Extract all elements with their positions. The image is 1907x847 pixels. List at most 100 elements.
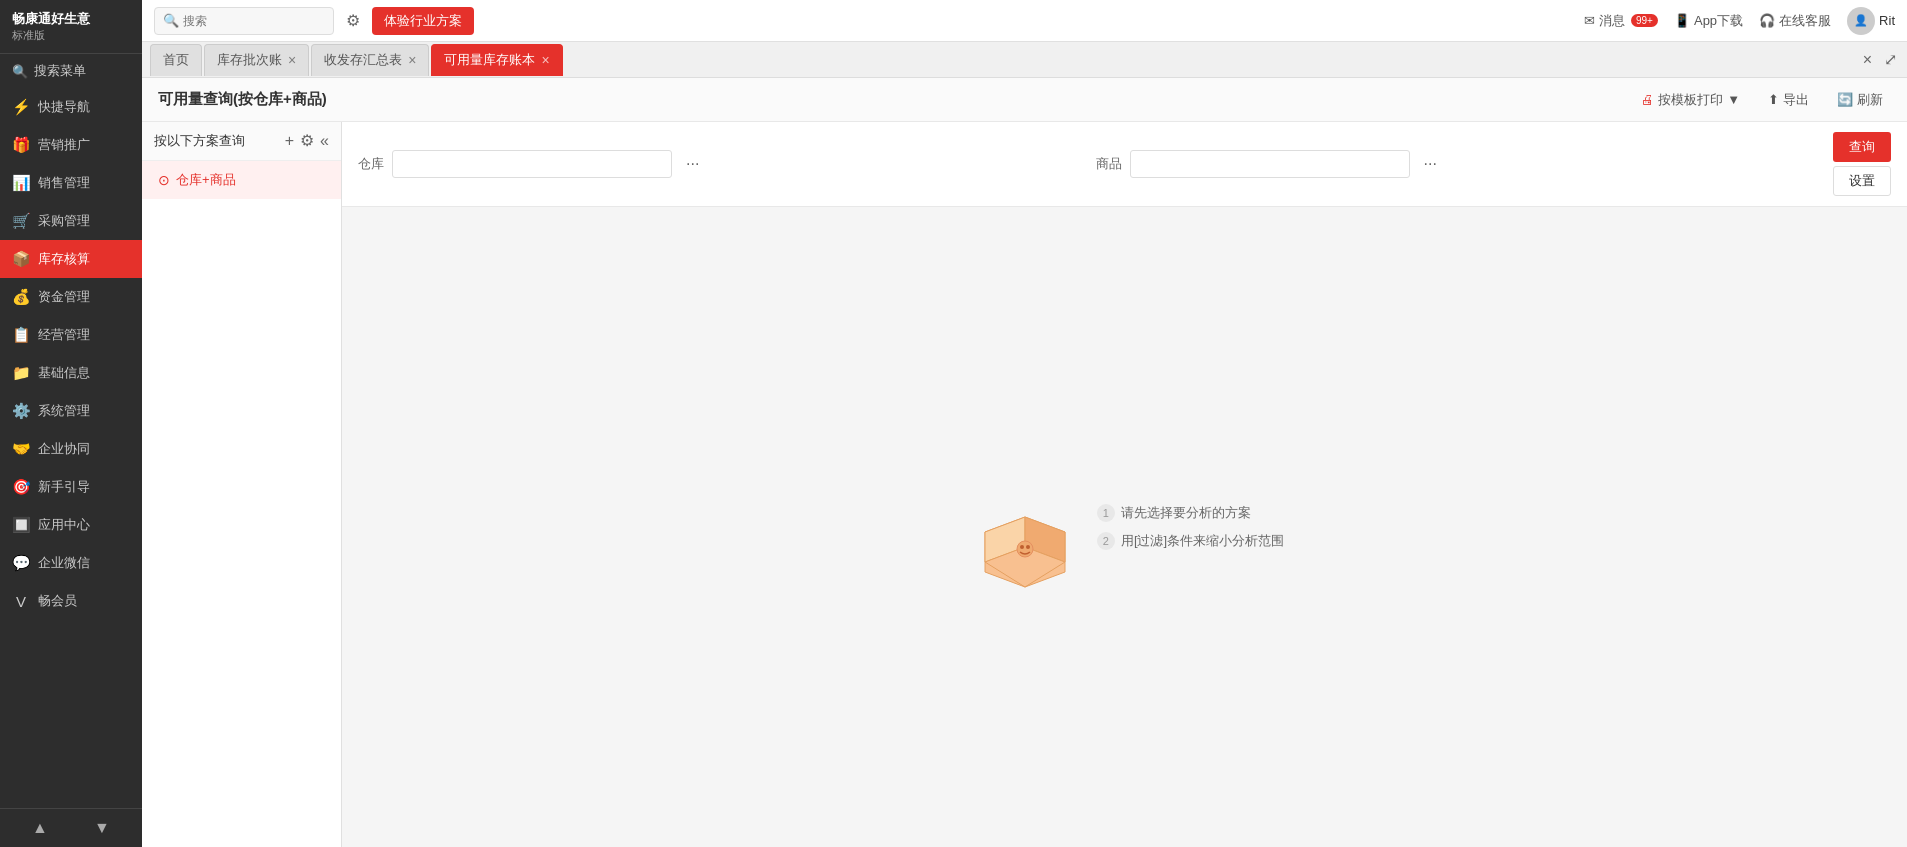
- sidebar-item-basic[interactable]: 📁 基础信息: [0, 354, 142, 392]
- scroll-down-button[interactable]: ▼: [74, 817, 130, 839]
- window-expand-button[interactable]: ⤢: [1882, 48, 1899, 71]
- wechat-icon: 💬: [12, 554, 30, 572]
- left-panel-actions: + ⚙ «: [285, 133, 329, 149]
- content-area: 按以下方案查询 + ⚙ « ⊙ 仓库+商品 仓库 ···: [142, 122, 1907, 847]
- warehouse-filter-group: 仓库 ···: [358, 150, 1080, 178]
- topbar-app-download[interactable]: 📱 App下载: [1674, 12, 1743, 30]
- logo-sub: 标准版: [12, 28, 130, 43]
- sidebar-item-operation[interactable]: 📋 经营管理: [0, 316, 142, 354]
- print-button[interactable]: 🖨 按模板打印 ▼: [1633, 87, 1748, 113]
- sidebar-item-finance[interactable]: 💰 资金管理: [0, 278, 142, 316]
- empty-illustration: [965, 477, 1065, 577]
- sidebar-item-quick-nav[interactable]: ⚡ 快捷导航: [0, 88, 142, 126]
- tab-stock-summary[interactable]: 收发存汇总表 ×: [311, 44, 429, 76]
- topbar-avatar: 👤: [1847, 7, 1875, 35]
- svg-point-6: [1026, 545, 1030, 549]
- inventory-icon: 📦: [12, 250, 30, 268]
- tab-batch-ledger[interactable]: 库存批次账 ×: [204, 44, 309, 76]
- sidebar-item-label: 采购管理: [38, 212, 90, 230]
- search-icon: 🔍: [12, 64, 28, 79]
- sidebar-bottom: ▲ ▼: [0, 808, 142, 847]
- goods-filter-label: 商品: [1096, 155, 1122, 173]
- filter-settings-button[interactable]: 设置: [1833, 166, 1891, 196]
- sidebar-item-label: 销售管理: [38, 174, 90, 192]
- topbar-online-service[interactable]: 🎧 在线客服: [1759, 12, 1831, 30]
- topbar-industry-button[interactable]: 体验行业方案: [372, 7, 474, 35]
- topbar-username: Rit: [1879, 13, 1895, 28]
- step-1-number: 1: [1097, 504, 1115, 522]
- sidebar-nav: ⚡ 快捷导航 🎁 营销推广 📊 销售管理 🛒 采购管理 📦 库存核算 💰 资金管…: [0, 88, 142, 808]
- tab-batch-ledger-label: 库存批次账: [217, 51, 282, 69]
- sidebar-item-guide[interactable]: 🎯 新手引导: [0, 468, 142, 506]
- sidebar: 畅康通好生意 标准版 🔍 搜索菜单 ⚡ 快捷导航 🎁 营销推广 📊 销售管理 🛒…: [0, 0, 142, 847]
- sidebar-item-purchase[interactable]: 🛒 采购管理: [0, 202, 142, 240]
- left-panel-add-button[interactable]: +: [285, 133, 294, 149]
- warehouse-filter-label: 仓库: [358, 155, 384, 173]
- scroll-up-button[interactable]: ▲: [12, 817, 68, 839]
- basic-icon: 📁: [12, 364, 30, 382]
- topbar: 🔍 ⚙ 体验行业方案 ✉ 消息 99+ 📱 App下载 🎧 在线客服 👤 Rit: [142, 0, 1907, 42]
- sidebar-item-member[interactable]: V 畅会员: [0, 582, 142, 620]
- sidebar-item-label: 畅会员: [38, 592, 77, 610]
- goods-more-button[interactable]: ···: [1418, 153, 1443, 175]
- sidebar-item-appstore[interactable]: 🔲 应用中心: [0, 506, 142, 544]
- goods-filter-group: 商品 ···: [1096, 150, 1818, 178]
- sidebar-item-label: 经营管理: [38, 326, 90, 344]
- topbar-actions: ✉ 消息 99+ 📱 App下载 🎧 在线客服 👤 Rit: [1584, 7, 1895, 35]
- topbar-message[interactable]: ✉ 消息 99+: [1584, 12, 1658, 30]
- sidebar-item-sales[interactable]: 📊 销售管理: [0, 164, 142, 202]
- warehouse-more-button[interactable]: ···: [680, 153, 705, 175]
- tab-available-ledger-close[interactable]: ×: [541, 53, 549, 67]
- topbar-search-icon: 🔍: [163, 13, 179, 28]
- empty-state: 1 请先选择要分析的方案 2 用[过滤]条件来缩小分析范围: [342, 207, 1907, 847]
- sidebar-item-label: 系统管理: [38, 402, 90, 420]
- left-panel-collapse-button[interactable]: «: [320, 133, 329, 149]
- sidebar-item-cooperation[interactable]: 🤝 企业协同: [0, 430, 142, 468]
- sales-icon: 📊: [12, 174, 30, 192]
- system-icon: ⚙️: [12, 402, 30, 420]
- appstore-icon: 🔲: [12, 516, 30, 534]
- tab-available-ledger-label: 可用量库存账本: [444, 51, 535, 69]
- topbar-search-box[interactable]: 🔍: [154, 7, 334, 35]
- filter-button-group: 查询 设置: [1833, 132, 1891, 196]
- left-panel-item-warehouse-goods[interactable]: ⊙ 仓库+商品: [142, 161, 341, 199]
- export-label: 导出: [1783, 91, 1809, 109]
- sidebar-item-label: 企业微信: [38, 554, 90, 572]
- warehouse-goods-icon: ⊙: [158, 172, 170, 188]
- tab-home[interactable]: 首页: [150, 44, 202, 76]
- window-controls: × ⤢: [1861, 48, 1899, 71]
- refresh-button[interactable]: 🔄 刷新: [1829, 87, 1891, 113]
- left-panel-settings-button[interactable]: ⚙: [300, 133, 314, 149]
- filter-bar: 仓库 ··· 商品 ··· 查询 设置: [342, 122, 1907, 207]
- purchase-icon: 🛒: [12, 212, 30, 230]
- sidebar-item-label: 营销推广: [38, 136, 90, 154]
- topbar-gear-icon[interactable]: ⚙: [342, 7, 364, 34]
- app-download-label: App下载: [1694, 12, 1743, 30]
- sidebar-item-marketing[interactable]: 🎁 营销推广: [0, 126, 142, 164]
- empty-svg: [965, 477, 1085, 597]
- goods-filter-input[interactable]: [1130, 150, 1410, 178]
- finance-icon: 💰: [12, 288, 30, 306]
- page-header: 可用量查询(按仓库+商品) 🖨 按模板打印 ▼ ⬆ 导出 🔄 刷新: [142, 78, 1907, 122]
- guide-icon: 🎯: [12, 478, 30, 496]
- topbar-search-input[interactable]: [183, 14, 325, 28]
- topbar-user[interactable]: 👤 Rit: [1847, 7, 1895, 35]
- left-panel-title: 按以下方案查询: [154, 132, 245, 150]
- sidebar-item-inventory[interactable]: 📦 库存核算: [0, 240, 142, 278]
- export-button[interactable]: ⬆ 导出: [1760, 87, 1817, 113]
- page-header-actions: 🖨 按模板打印 ▼ ⬆ 导出 🔄 刷新: [1633, 87, 1891, 113]
- sidebar-search[interactable]: 🔍 搜索菜单: [0, 54, 142, 88]
- tab-batch-ledger-close[interactable]: ×: [288, 53, 296, 67]
- tab-stock-summary-close[interactable]: ×: [408, 53, 416, 67]
- print-icon: 🖨: [1641, 92, 1654, 107]
- warehouse-filter-input[interactable]: [392, 150, 672, 178]
- query-button[interactable]: 查询: [1833, 132, 1891, 162]
- window-close-button[interactable]: ×: [1861, 49, 1874, 71]
- sidebar-item-system[interactable]: ⚙️ 系统管理: [0, 392, 142, 430]
- empty-step-2: 2 用[过滤]条件来缩小分析范围: [1097, 532, 1284, 550]
- right-panel: 仓库 ··· 商品 ··· 查询 设置: [342, 122, 1907, 847]
- sidebar-item-wechat[interactable]: 💬 企业微信: [0, 544, 142, 582]
- sidebar-logo: 畅康通好生意 标准版: [0, 0, 142, 54]
- tab-available-ledger[interactable]: 可用量库存账本 ×: [431, 44, 562, 76]
- page-title: 可用量查询(按仓库+商品): [158, 90, 327, 109]
